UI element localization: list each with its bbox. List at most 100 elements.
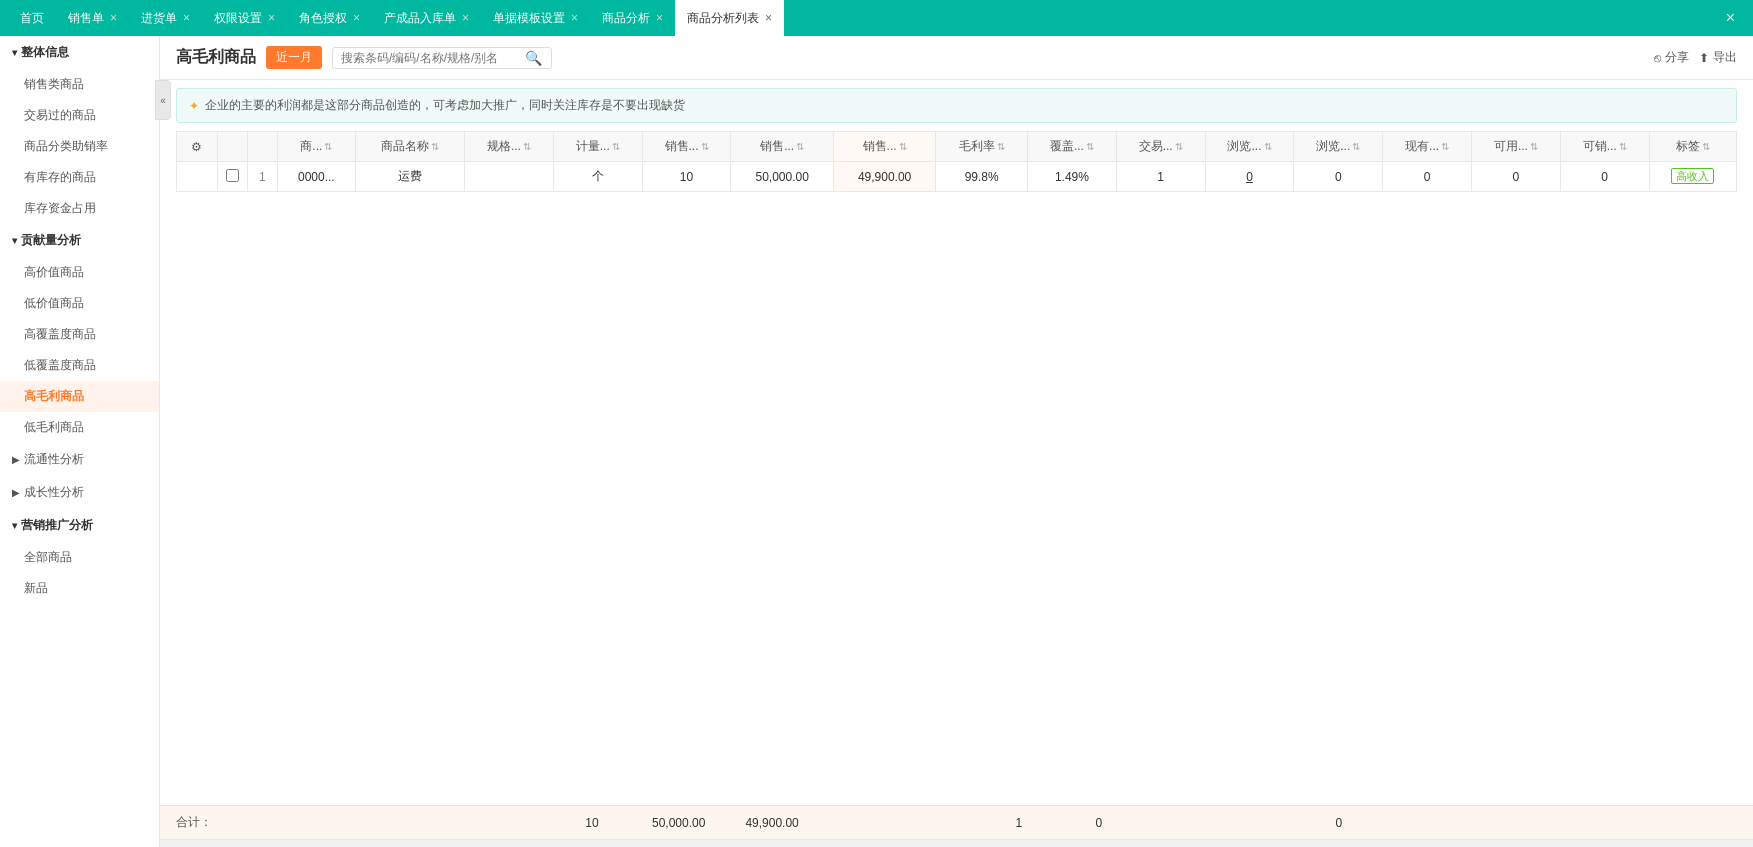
col-transactions[interactable]: 交易...⇅ [1116,132,1205,162]
col-browse1[interactable]: 浏览...⇅ [1205,132,1294,162]
footer-sales-profit: 49,900.00 [725,816,818,830]
nav-purchase-order[interactable]: 进货单 × [129,0,202,36]
row-unit: 个 [553,162,642,192]
col-sales-profit[interactable]: 销售...⇅ [833,132,935,162]
row-tag: 高收入 [1649,162,1736,192]
close-icon[interactable]: × [765,11,772,25]
close-icon[interactable]: × [183,11,190,25]
horizontal-scrollbar[interactable] [160,839,1753,847]
content-area: 高毛利商品 近一月 🔍 ⎋ 分享 ⬆ 导出 ✦ 企业的主要的利润都是这部分商品创… [160,36,1753,847]
sidebar-item-low-value[interactable]: 低价值商品 [0,288,159,319]
footer-spacer5 [1219,816,1299,830]
content-header: 高毛利商品 近一月 🔍 ⎋ 分享 ⬆ 导出 [160,36,1753,80]
col-available[interactable]: 可用...⇅ [1471,132,1560,162]
sidebar-item-stocked-goods[interactable]: 有库存的商品 [0,162,159,193]
col-spec[interactable]: 规格...⇅ [465,132,554,162]
nav-product-analysis[interactable]: 商品分析 × [590,0,675,36]
nav-permission-settings[interactable]: 权限设置 × [202,0,287,36]
close-icon[interactable]: × [571,11,578,25]
share-icon: ⎋ [1654,51,1661,65]
data-table: ⚙ 商...⇅ 商品名称⇅ 规格...⇅ 计量...⇅ 销售...⇅ 销售...… [176,131,1737,192]
row-available: 0 [1471,162,1560,192]
chevron-right-icon: ▶ [12,487,20,498]
nav-template-settings[interactable]: 单据模板设置 × [481,0,590,36]
row-name: 运费 [355,162,464,192]
row-transactions: 1 [1116,162,1205,192]
close-icon[interactable]: × [110,11,117,25]
sidebar-section-liquidity[interactable]: ▶ 流通性分析 [0,443,159,476]
row-coverage: 1.49% [1028,162,1117,192]
sidebar-item-inventory-capital[interactable]: 库存资金占用 [0,193,159,224]
sidebar-item-high-coverage[interactable]: 高覆盖度商品 [0,319,159,350]
col-tag[interactable]: 标签⇅ [1649,132,1736,162]
sidebar-item-high-value[interactable]: 高价值商品 [0,257,159,288]
sidebar: ▾ 整体信息 销售类商品 交易过的商品 商品分类助销率 有库存的商品 库存资金占… [0,36,160,847]
footer-browse1: 0 [1059,816,1139,830]
col-sellable[interactable]: 可销...⇅ [1560,132,1649,162]
footer-values: 10 50,000.00 49,900.00 1 0 0 [232,816,1459,830]
col-unit[interactable]: 计量...⇅ [553,132,642,162]
col-gross-rate[interactable]: 毛利率⇅ [936,132,1028,162]
chevron-down-icon: ▾ [12,235,17,246]
col-settings[interactable]: ⚙ [177,132,218,162]
search-icon[interactable]: 🔍 [525,50,542,66]
sidebar-item-new-goods[interactable]: 新品 [0,573,159,604]
nav-home[interactable]: 首页 [8,0,56,36]
col-stock[interactable]: 现有...⇅ [1383,132,1472,162]
row-sales-profit: 49,900.00 [833,162,935,192]
footer-sales-amt: 50,000.00 [632,816,725,830]
col-browse2[interactable]: 浏览...⇅ [1294,132,1383,162]
row-browse2: 0 [1294,162,1383,192]
footer-label: 合计： [176,814,212,831]
sidebar-item-low-margin[interactable]: 低毛利商品 [0,412,159,443]
footer-spacer6 [1379,816,1459,830]
col-num [247,132,277,162]
col-sales-qty[interactable]: 销售...⇅ [642,132,731,162]
col-coverage[interactable]: 覆盖...⇅ [1028,132,1117,162]
close-icon[interactable]: × [462,11,469,25]
col-code[interactable]: 商...⇅ [277,132,355,162]
table-container[interactable]: ⚙ 商...⇅ 商品名称⇅ 规格...⇅ 计量...⇅ 销售...⇅ 销售...… [176,131,1737,805]
close-icon[interactable]: × [268,11,275,25]
sidebar-item-sales-goods[interactable]: 销售类商品 [0,69,159,100]
export-button[interactable]: ⬆ 导出 [1699,49,1737,66]
row-browse1[interactable]: 0 [1205,162,1294,192]
col-sales-amt[interactable]: 销售...⇅ [731,132,833,162]
sidebar-item-high-margin[interactable]: 高毛利商品 [0,381,159,412]
export-icon: ⬆ [1699,51,1709,65]
row-stock: 0 [1383,162,1472,192]
sidebar-item-traded-goods[interactable]: 交易过的商品 [0,100,159,131]
sidebar-collapse-button[interactable]: « [155,80,171,120]
sidebar-item-category-sales-rate[interactable]: 商品分类助销率 [0,131,159,162]
nav-close-all[interactable]: × [1716,9,1745,27]
nav-role-auth[interactable]: 角色授权 × [287,0,372,36]
top-navigation: 首页 销售单 × 进货单 × 权限设置 × 角色授权 × 产成品入库单 × 单据… [0,0,1753,36]
sidebar-item-low-coverage[interactable]: 低覆盖度商品 [0,350,159,381]
row-sales-amt: 50,000.00 [731,162,833,192]
close-icon[interactable]: × [353,11,360,25]
row-spec [465,162,554,192]
nav-sales-order[interactable]: 销售单 × [56,0,129,36]
row-sales-qty: 10 [642,162,731,192]
row-checkbox[interactable] [217,162,247,192]
search-input[interactable] [341,51,521,65]
nav-product-inbound[interactable]: 产成品入库单 × [372,0,481,36]
sidebar-section-overall[interactable]: ▾ 整体信息 [0,36,159,69]
col-name[interactable]: 商品名称⇅ [355,132,464,162]
sidebar-section-growth[interactable]: ▶ 成长性分析 [0,476,159,509]
header-actions: ⎋ 分享 ⬆ 导出 [1654,49,1737,66]
table-header-row: ⚙ 商...⇅ 商品名称⇅ 规格...⇅ 计量...⇅ 销售...⇅ 销售...… [177,132,1737,162]
time-filter-button[interactable]: 近一月 [266,46,322,69]
footer-spacer2 [819,816,899,830]
table-row: 1 0000... 运费 个 10 50,000.00 49,900.00 99… [177,162,1737,192]
sidebar-section-marketing[interactable]: ▾ 营销推广分析 [0,509,159,542]
search-wrapper: 🔍 [332,47,552,69]
sidebar-item-all-goods[interactable]: 全部商品 [0,542,159,573]
main-layout: ▾ 整体信息 销售类商品 交易过的商品 商品分类助销率 有库存的商品 库存资金占… [0,36,1753,847]
sidebar-section-contribution[interactable]: ▾ 贡献量分析 [0,224,159,257]
info-banner: ✦ 企业的主要的利润都是这部分商品创造的，可考虑加大推广，同时关注库存是不要出现… [176,88,1737,123]
close-icon[interactable]: × [656,11,663,25]
footer-total: 合计： 10 50,000.00 49,900.00 1 0 0 [160,805,1753,839]
share-button[interactable]: ⎋ 分享 [1654,49,1689,66]
nav-product-analysis-list[interactable]: 商品分析列表 × [675,0,784,36]
